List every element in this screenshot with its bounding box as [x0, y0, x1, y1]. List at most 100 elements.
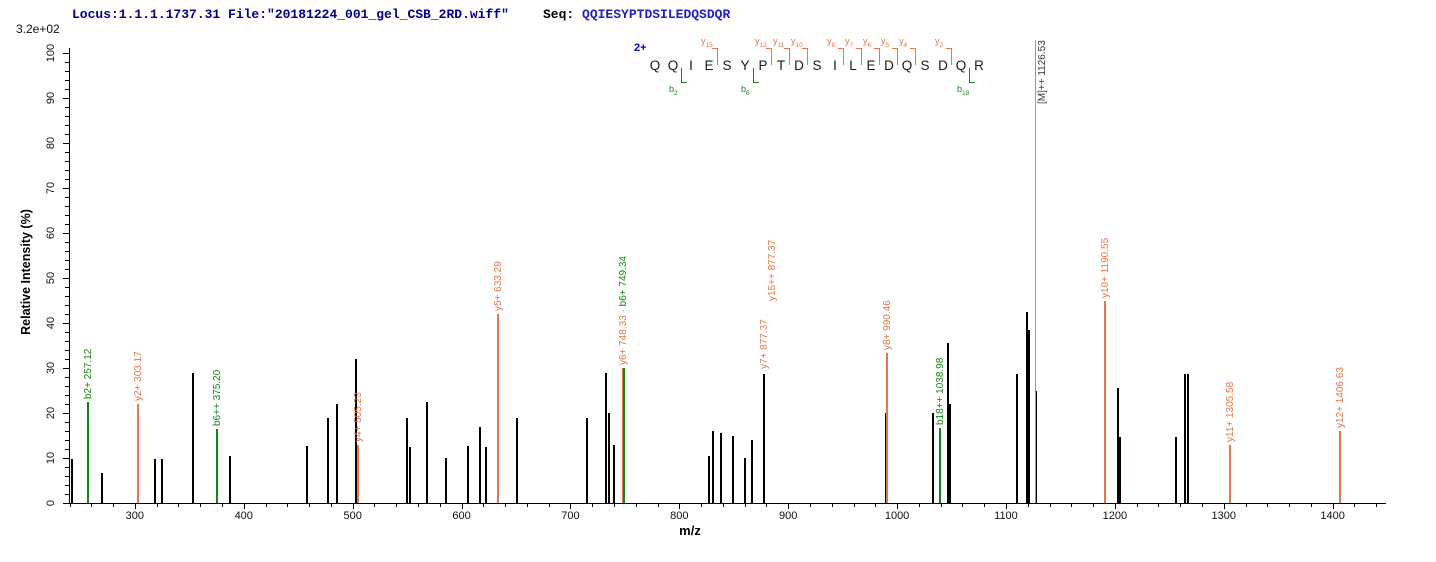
spectrum-peak: [732, 436, 734, 504]
y-minor-tick: [65, 134, 69, 135]
spectrum-peak: [1187, 374, 1189, 503]
b-ion-line: [623, 368, 625, 503]
y-minor-tick: [65, 386, 69, 387]
seq-value: QQIESYPTDSILEDQSDQR: [582, 7, 730, 22]
y-ion-marker: [766, 48, 772, 65]
y-minor-tick: [65, 107, 69, 108]
fragment-ion-label: y6+ 748.33 - b6+ 749.34: [619, 256, 629, 365]
y-major-tick: [63, 53, 69, 54]
fragment-ion-label: y11+ 1305.58: [1226, 381, 1236, 441]
y-minor-tick: [65, 296, 69, 297]
b-ion-marker-label: b18: [957, 84, 969, 97]
x-minor-tick: [810, 503, 811, 507]
x-major-tick: [1115, 503, 1116, 509]
spectrum-peak: [1119, 437, 1121, 503]
spectrum-peak: [327, 418, 329, 504]
x-minor-tick: [418, 503, 419, 507]
x-minor-tick: [1354, 503, 1355, 507]
x-tick-label: 1100: [986, 510, 1026, 522]
b-ion-line: [939, 428, 941, 503]
y-minor-tick: [65, 359, 69, 360]
sequence-header: Seq: QQIESYPTDSILEDQSDQR: [543, 7, 730, 22]
fragment-label-part: y12+ 1406.63: [1335, 367, 1346, 428]
spectrum-peak: [516, 418, 518, 504]
y-ion-marker-label: y2: [935, 36, 943, 49]
x-tick-label: 400: [224, 510, 264, 522]
x-minor-tick: [1202, 503, 1203, 507]
spectrum-peak: [154, 459, 156, 503]
y-minor-tick: [65, 89, 69, 90]
y-tick-label: 0: [45, 488, 57, 518]
b-ion-line: [87, 402, 89, 503]
y-minor-tick: [65, 431, 69, 432]
y-minor-tick: [65, 305, 69, 306]
x-major-tick: [570, 503, 571, 509]
x-minor-tick: [854, 503, 855, 507]
x-tick-label: 1200: [1095, 510, 1135, 522]
residue-letter: S: [718, 58, 736, 73]
x-minor-tick: [1376, 503, 1377, 507]
fragment-label-part: b6++ 375.20: [212, 370, 223, 426]
x-major-tick: [353, 503, 354, 509]
x-minor-tick: [875, 503, 876, 507]
y-ion-marker: [856, 48, 862, 65]
fragment-label-part: y15++ 877.37: [767, 239, 778, 300]
b-ion-marker-label: b6: [741, 84, 750, 97]
residue-letter: Q: [646, 58, 664, 73]
y-minor-tick: [65, 71, 69, 72]
y-minor-tick: [65, 404, 69, 405]
spectrum-peak: [479, 427, 481, 504]
x-tick-label: 800: [659, 510, 699, 522]
x-major-tick: [135, 503, 136, 509]
x-minor-tick: [91, 503, 92, 507]
y-tick-label: 100: [45, 38, 57, 68]
x-minor-tick: [266, 503, 267, 507]
x-major-tick: [788, 503, 789, 509]
spectrum-peak: [71, 459, 73, 503]
fragment-label-part: b2+ 257.12: [83, 349, 94, 399]
x-minor-tick: [832, 503, 833, 507]
y-ion-marker: [874, 48, 880, 65]
y-major-tick: [63, 233, 69, 234]
spectrum-viewer: Locus:1.1.1.1737.31 File:"20181224_001_g…: [0, 0, 1436, 562]
spectrum-peak: [229, 456, 231, 503]
y-minor-tick: [65, 440, 69, 441]
y-minor-tick: [65, 179, 69, 180]
fragment-ion-label: y4+ 505.23: [354, 392, 364, 442]
y-minor-tick: [65, 80, 69, 81]
spectrum-peak: [192, 373, 194, 504]
y-ion-marker-label: y6: [863, 36, 871, 49]
y-ion-marker-label: y12: [755, 36, 767, 49]
spectrum-peak: [712, 431, 714, 503]
y-minor-tick: [65, 242, 69, 243]
x-minor-tick: [309, 503, 310, 507]
residue-letter: Q: [664, 58, 682, 73]
spectrum-peak: [1016, 374, 1018, 503]
fragment-ion-label: b2+ 257.12: [84, 349, 94, 399]
y-tick-label: 60: [45, 218, 57, 248]
y-tick-label: 20: [45, 398, 57, 428]
y-minor-tick: [65, 494, 69, 495]
x-minor-tick: [440, 503, 441, 507]
fragment-ion-label: y7+ 877.37: [760, 320, 770, 370]
y-minor-tick: [65, 170, 69, 171]
y-minor-tick: [65, 251, 69, 252]
fragment-label-part: y6+ 748.33: [618, 315, 629, 365]
b-ion-marker-label: b2: [669, 84, 678, 97]
y-major-tick: [63, 503, 69, 504]
y-major-tick: [63, 98, 69, 99]
y-minor-tick: [65, 269, 69, 270]
fragment-ion-label: y12+ 1406.63: [1336, 367, 1346, 428]
x-minor-tick: [1158, 503, 1159, 507]
y-minor-tick: [65, 332, 69, 333]
spectrum-peak: [467, 446, 469, 503]
y-tick-label: 90: [45, 83, 57, 113]
x-minor-tick: [374, 503, 375, 507]
x-major-tick: [1333, 503, 1334, 509]
precursor-mass-label: [M]++ 1126.53: [1038, 40, 1048, 104]
y-minor-tick: [65, 476, 69, 477]
x-minor-tick: [1267, 503, 1268, 507]
y-minor-tick: [65, 314, 69, 315]
x-minor-tick: [200, 503, 201, 507]
y-ion-marker-label: y15: [701, 36, 713, 49]
